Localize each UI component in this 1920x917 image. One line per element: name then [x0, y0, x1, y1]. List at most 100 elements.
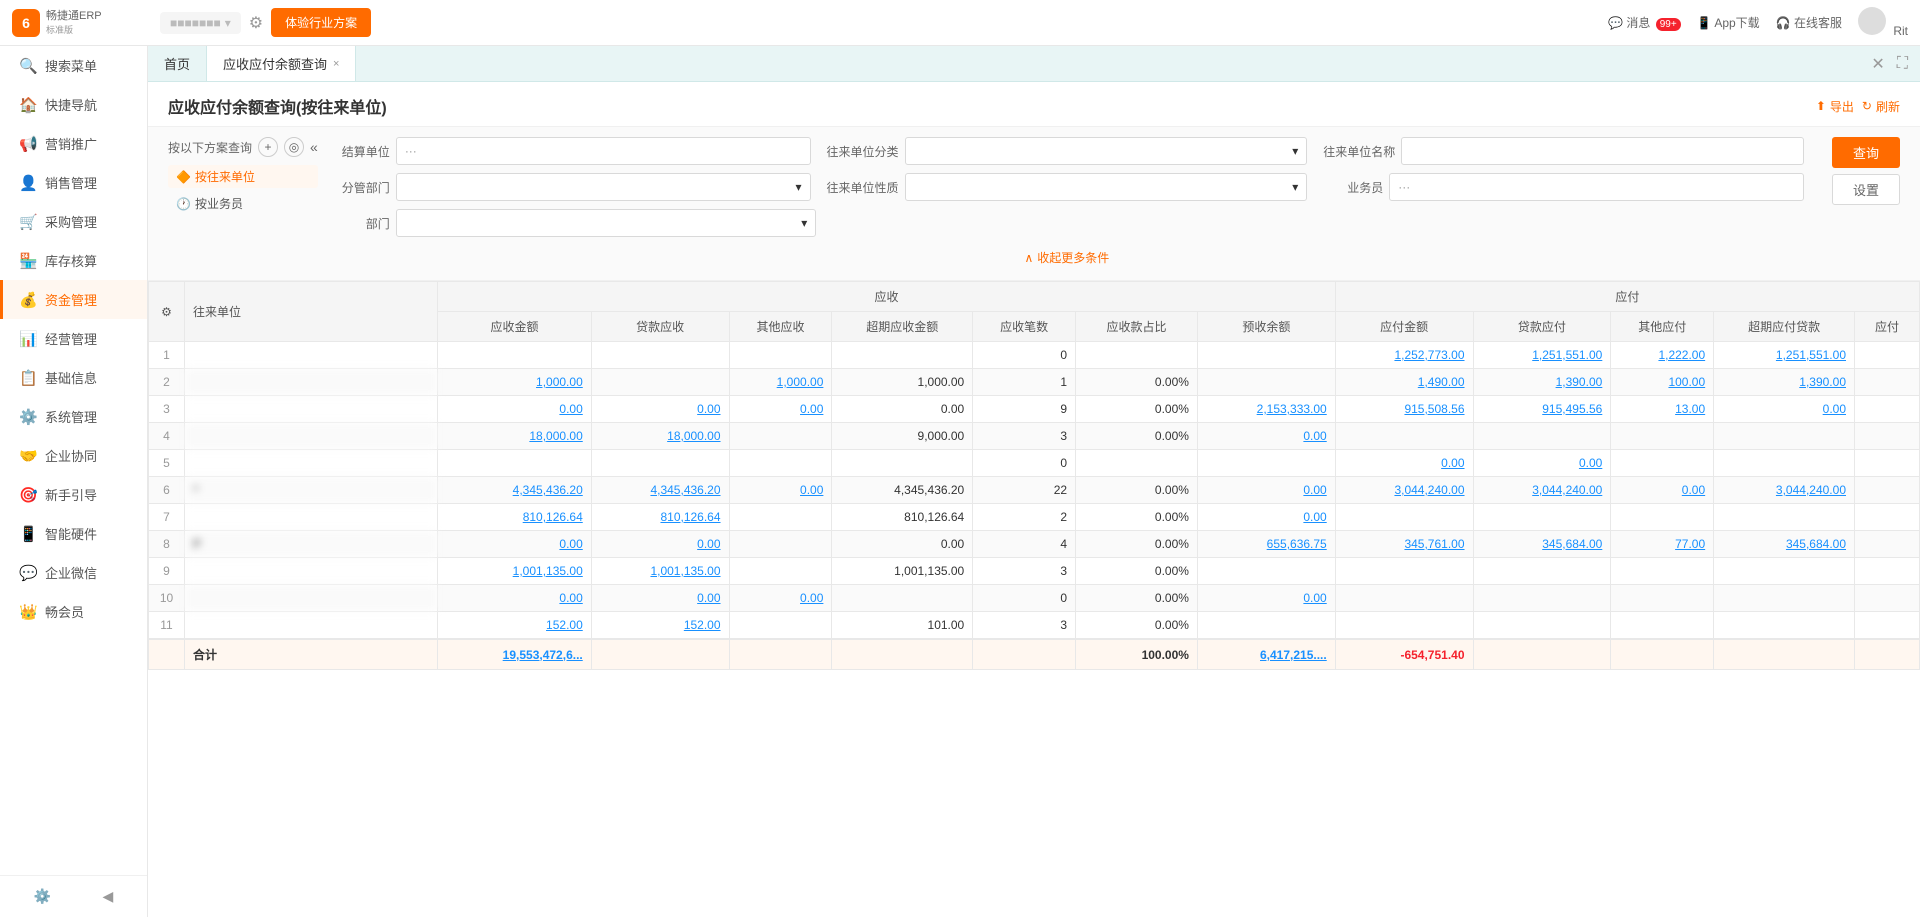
data-cell[interactable]: 0.00: [1197, 585, 1335, 612]
sidebar-item-purchase[interactable]: 🛒 采购管理: [0, 202, 147, 241]
sidebar-item-corp[interactable]: 🤝 企业协同: [0, 436, 147, 475]
data-cell[interactable]: 1,390.00: [1473, 369, 1611, 396]
data-cell[interactable]: 152.00: [591, 612, 729, 640]
sidebar-item-wechat[interactable]: 💬 企业微信: [0, 553, 147, 592]
data-cell[interactable]: 0.00: [438, 396, 592, 423]
sidebar-item-management[interactable]: 📊 经营管理: [0, 319, 147, 358]
data-cell[interactable]: 1,001,135.00: [438, 558, 592, 585]
partner-nature-select[interactable]: ▾: [905, 173, 1308, 201]
sidebar-item-quicknav[interactable]: 🏠 快捷导航: [0, 85, 147, 124]
col-settings-header[interactable]: ⚙: [149, 282, 185, 342]
data-cell[interactable]: 1,390.00: [1714, 369, 1855, 396]
data-cell[interactable]: 0.00: [1335, 450, 1473, 477]
data-cell[interactable]: 345,684.00: [1473, 531, 1611, 558]
scheme-settings-btn[interactable]: ◎: [284, 137, 304, 157]
data-cell[interactable]: 0.00: [438, 585, 592, 612]
data-cell[interactable]: 0.00: [591, 585, 729, 612]
partner-name-input[interactable]: [1401, 137, 1804, 165]
settlement-unit-input[interactable]: ···: [396, 137, 811, 165]
total-ysye[interactable]: 6,417,215....: [1197, 639, 1335, 670]
scheme-collapse-btn[interactable]: «: [310, 139, 318, 155]
sidebar-item-member[interactable]: 👑 畅会员: [0, 592, 147, 631]
tab-maximize-btn[interactable]: ⛶: [1893, 51, 1912, 77]
data-cell[interactable]: 1,252,773.00: [1335, 342, 1473, 369]
dept-select[interactable]: ▾: [396, 173, 811, 201]
tab-home[interactable]: 首页: [148, 46, 207, 81]
data-cell[interactable]: 345,684.00: [1714, 531, 1855, 558]
data-cell[interactable]: 77.00: [1611, 531, 1714, 558]
data-cell[interactable]: 810,126.64: [591, 504, 729, 531]
data-cell[interactable]: 1,000.00: [729, 369, 832, 396]
department-select[interactable]: ▾: [396, 209, 816, 237]
tab-active[interactable]: 应收应付余额查询 ×: [207, 46, 356, 81]
app-download-area[interactable]: 📱 App下载: [1697, 14, 1760, 31]
data-cell[interactable]: 3,044,240.00: [1335, 477, 1473, 504]
user-area[interactable]: Rit: [1858, 7, 1908, 38]
data-cell[interactable]: 0.00: [1197, 477, 1335, 504]
breadcrumb[interactable]: ■■■■■■■ ▾: [160, 12, 241, 34]
export-button[interactable]: ⬆ 导出: [1816, 98, 1854, 115]
sidebar-item-system[interactable]: ⚙️ 系统管理: [0, 397, 147, 436]
data-cell[interactable]: 0.00: [1197, 423, 1335, 450]
total-ysjine[interactable]: 19,553,472,6...: [438, 639, 592, 670]
settings-icon[interactable]: ⚙: [249, 13, 263, 33]
query-button[interactable]: 查询: [1832, 137, 1900, 168]
data-cell[interactable]: 0.00: [1473, 450, 1611, 477]
data-cell[interactable]: 18,000.00: [438, 423, 592, 450]
data-cell[interactable]: 0.00: [1611, 477, 1714, 504]
sidebar-item-guide[interactable]: 🎯 新手引导: [0, 475, 147, 514]
solution-button[interactable]: 体验行业方案: [271, 8, 371, 37]
tab-close-btn[interactable]: ×: [333, 58, 339, 70]
sidebar-item-finance[interactable]: 💰 资金管理: [0, 280, 147, 319]
message-area[interactable]: 💬 消息 99+: [1608, 14, 1681, 31]
sidebar-item-hardware[interactable]: 📱 智能硬件: [0, 514, 147, 553]
data-cell[interactable]: 915,495.56: [1473, 396, 1611, 423]
data-cell[interactable]: 1,490.00: [1335, 369, 1473, 396]
data-cell[interactable]: 1,222.00: [1611, 342, 1714, 369]
data-cell[interactable]: 3,044,240.00: [1473, 477, 1611, 504]
data-cell[interactable]: 0.00: [591, 531, 729, 558]
sidebar-item-marketing[interactable]: 📢 营销推广: [0, 124, 147, 163]
collapse-conditions-btn[interactable]: ∧ 收起更多条件: [330, 245, 1804, 270]
data-cell[interactable]: 100.00: [1611, 369, 1714, 396]
sidebar-item-search[interactable]: 🔍 搜索菜单: [0, 46, 147, 85]
salesperson-input[interactable]: ···: [1389, 173, 1804, 201]
data-cell[interactable]: 152.00: [438, 612, 592, 640]
data-cell[interactable]: 4,345,436.20: [591, 477, 729, 504]
data-cell[interactable]: 655,636.75: [1197, 531, 1335, 558]
data-cell[interactable]: 1,251,551.00: [1473, 342, 1611, 369]
data-cell[interactable]: 0.00: [729, 396, 832, 423]
data-cell[interactable]: 0.00: [729, 477, 832, 504]
online-service-area[interactable]: 🎧 在线客服: [1776, 14, 1842, 31]
data-cell[interactable]: 3,044,240.00: [1714, 477, 1855, 504]
sidebar-item-sales[interactable]: 👤 销售管理: [0, 163, 147, 202]
data-cell[interactable]: 4,345,436.20: [438, 477, 592, 504]
data-cell[interactable]: 0.00: [1197, 504, 1335, 531]
sidebar-settings-btn[interactable]: ⚙️: [30, 884, 55, 909]
data-cell: [1611, 558, 1714, 585]
data-cell[interactable]: 13.00: [1611, 396, 1714, 423]
partner-category-select[interactable]: ▾: [905, 137, 1308, 165]
data-cell[interactable]: 1,251,551.00: [1714, 342, 1855, 369]
sidebar-item-basic[interactable]: 📋 基础信息: [0, 358, 147, 397]
data-cell[interactable]: 0.00: [1714, 396, 1855, 423]
tab-close-window-btn[interactable]: ✕: [1867, 50, 1888, 78]
data-cell[interactable]: 345,761.00: [1335, 531, 1473, 558]
filter-tab-by-partner[interactable]: 🔶 按往来单位: [168, 165, 318, 188]
refresh-button[interactable]: ↻ 刷新: [1862, 98, 1900, 115]
filter-tab-by-staff[interactable]: 🕐 按业务员: [168, 192, 318, 215]
data-cell[interactable]: 2,153,333.00: [1197, 396, 1335, 423]
data-cell[interactable]: 0.00: [438, 531, 592, 558]
data-cell[interactable]: 0.00: [591, 396, 729, 423]
data-cell[interactable]: 18,000.00: [591, 423, 729, 450]
data-cell[interactable]: 1,001,135.00: [591, 558, 729, 585]
data-cell[interactable]: 1,000.00: [438, 369, 592, 396]
add-scheme-btn[interactable]: +: [258, 137, 278, 157]
settings-button[interactable]: 设置: [1832, 174, 1900, 205]
table-wrapper[interactable]: ⚙ 往来单位 应收 应付 应收金额 贷款应收 其他应收 超期应收金额 应收笔数 …: [148, 281, 1920, 917]
sidebar-collapse-btn[interactable]: ◀: [99, 884, 118, 909]
data-cell[interactable]: 915,508.56: [1335, 396, 1473, 423]
data-cell[interactable]: 810,126.64: [438, 504, 592, 531]
data-cell[interactable]: 0.00: [729, 585, 832, 612]
sidebar-item-inventory[interactable]: 🏪 库存核算: [0, 241, 147, 280]
